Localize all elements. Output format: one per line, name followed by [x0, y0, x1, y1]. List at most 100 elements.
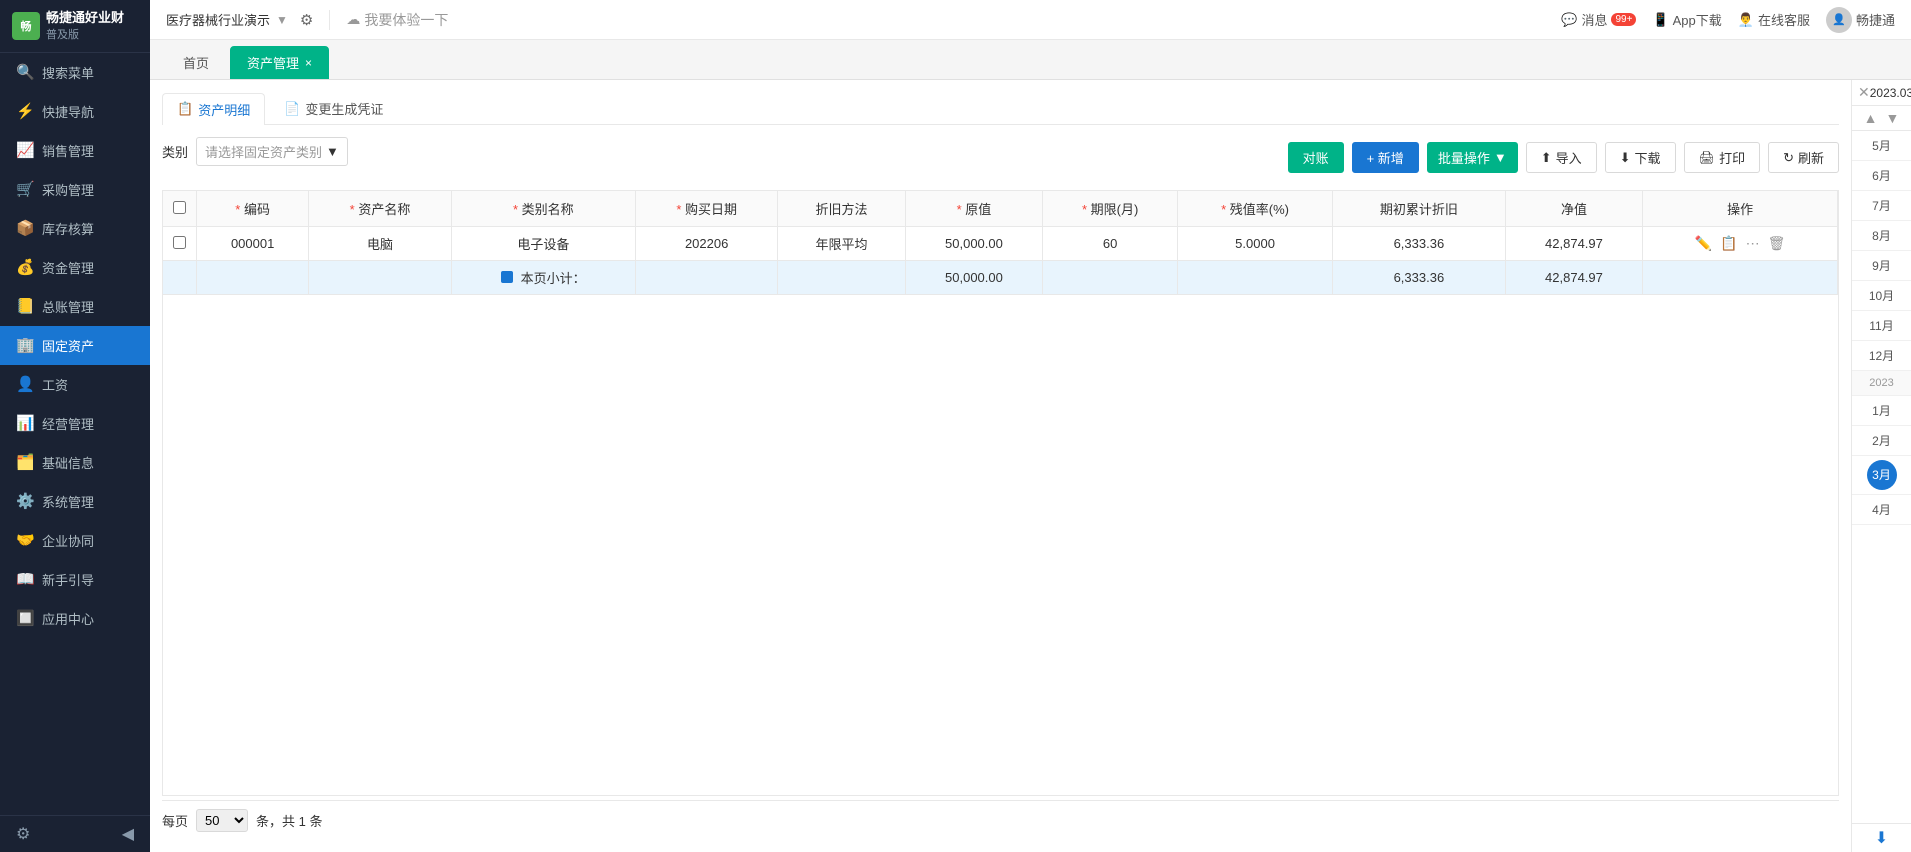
- payroll-icon: 👤: [16, 375, 34, 393]
- message-button[interactable]: 💬 消息 99+: [1561, 10, 1636, 29]
- refresh-button[interactable]: ↻ 刷新: [1768, 142, 1839, 173]
- date-month-8[interactable]: 8月: [1852, 221, 1911, 251]
- sidebar-item-enterprise[interactable]: 🤝 企业协同: [0, 521, 150, 560]
- subtotal-empty-4: [778, 261, 905, 295]
- sidebar-item-fund[interactable]: 💰 资金管理: [0, 248, 150, 287]
- date-month-12[interactable]: 12月: [1852, 341, 1911, 371]
- tab-asset-management[interactable]: 资产管理 ×: [230, 46, 329, 79]
- sidebar-item-system[interactable]: ⚙️ 系统管理: [0, 482, 150, 521]
- sidebar-bottom: ⚙ ◀: [0, 815, 150, 852]
- asset-table: 编码 资产名称 类别名称 购买日期 折旧方法 原值 期限(月) 残值率(%) 期…: [163, 191, 1838, 295]
- sales-icon: 📈: [16, 141, 34, 159]
- row-checkbox[interactable]: [173, 236, 186, 249]
- import-label: 导入: [1556, 148, 1582, 167]
- download-icon: 📱: [1652, 12, 1668, 28]
- sidebar-item-operation[interactable]: 📊 经营管理: [0, 404, 150, 443]
- purchase-icon: 🛒: [16, 180, 34, 198]
- date-down-button[interactable]: ▼: [1884, 108, 1902, 128]
- batch-ops-button[interactable]: 批量操作 ▼: [1427, 142, 1518, 173]
- sidebar-label-search: 搜索菜单: [42, 63, 94, 82]
- sidebar-item-sales[interactable]: 📈 销售管理: [0, 131, 150, 170]
- sub-tabs: 📋 资产明细 📄 变更生成凭证: [162, 92, 1839, 125]
- per-page-select[interactable]: 20 50 100: [196, 809, 248, 832]
- voucher-tab-icon: 📄: [284, 101, 300, 117]
- date-bottom-arrow-icon[interactable]: ⬇: [1875, 828, 1888, 848]
- row-checkbox-cell[interactable]: [163, 227, 197, 261]
- more-icon[interactable]: ⋯: [1746, 235, 1760, 252]
- subtotal-original-value: 50,000.00: [905, 261, 1042, 295]
- table-header-row: 编码 资产名称 类别名称 购买日期 折旧方法 原值 期限(月) 残值率(%) 期…: [163, 191, 1838, 227]
- sidebar-label-operation: 经营管理: [42, 414, 94, 433]
- date-month-10[interactable]: 10月: [1852, 281, 1911, 311]
- import-button[interactable]: ⬆ 导入: [1526, 142, 1597, 173]
- sidebar-label-app-center: 应用中心: [42, 609, 94, 628]
- sidebar-label-inventory: 库存核算: [42, 219, 94, 238]
- date-scroll: 5月 6月 7月 8月 9月 10月 11月 12月 2023 1月 2月 3月…: [1852, 131, 1911, 823]
- date-month-2[interactable]: 2月: [1852, 426, 1911, 456]
- date-month-11[interactable]: 11月: [1852, 311, 1911, 341]
- col-original-value: 原值: [905, 191, 1042, 227]
- company-title[interactable]: 医疗器械行业演示 ▼: [166, 10, 288, 29]
- category-filter-value: 请选择固定资产类别: [205, 142, 322, 161]
- user-avatar-area[interactable]: 👤 畅捷通: [1826, 7, 1895, 33]
- date-month-1[interactable]: 1月: [1852, 396, 1911, 426]
- gear-icon[interactable]: ⚙: [300, 11, 313, 29]
- home-tab-label: 首页: [183, 53, 209, 72]
- quick-nav-icon: ⚡: [16, 102, 34, 120]
- tab-close-icon[interactable]: ×: [305, 56, 312, 70]
- sidebar-item-payroll[interactable]: 👤 工资: [0, 365, 150, 404]
- pagination: 每页 20 50 100 条，共 1 条: [162, 800, 1839, 840]
- basic-info-icon: 🗂️: [16, 453, 34, 471]
- col-depreciation-method: 折旧方法: [778, 191, 905, 227]
- reconcile-button[interactable]: 对账: [1288, 142, 1344, 173]
- date-month-7[interactable]: 7月: [1852, 191, 1911, 221]
- sub-tab-asset-list[interactable]: 📋 资产明细: [162, 93, 265, 125]
- download-button[interactable]: ⬇ 下载: [1605, 142, 1676, 173]
- subtotal-label: 本页小计：: [521, 271, 586, 286]
- col-operations: 操作: [1643, 191, 1838, 227]
- date-month-9[interactable]: 9月: [1852, 251, 1911, 281]
- col-code: 编码: [197, 191, 309, 227]
- sidebar-item-basic-info[interactable]: 🗂️ 基础信息: [0, 443, 150, 482]
- date-sidebar-close-icon[interactable]: ✕: [1858, 84, 1870, 101]
- toolbar-right: 对账 + 新增 批量操作 ▼ ⬆ 导入 ⬇ 下载: [1288, 142, 1839, 173]
- print-label: 打印: [1719, 148, 1745, 167]
- refresh-label: 刷新: [1798, 148, 1824, 167]
- sidebar-item-app-center[interactable]: 🔲 应用中心: [0, 599, 150, 638]
- row-purchase-date: 202206: [635, 227, 777, 261]
- date-up-button[interactable]: ▲: [1862, 108, 1880, 128]
- sidebar-item-search[interactable]: 🔍 搜索菜单: [0, 53, 150, 92]
- sidebar-label-sales: 销售管理: [42, 141, 94, 160]
- date-month-6[interactable]: 6月: [1852, 161, 1911, 191]
- sidebar-item-inventory[interactable]: 📦 库存核算: [0, 209, 150, 248]
- col-initial-accumulated: 期初累计折旧: [1333, 191, 1506, 227]
- settings-icon[interactable]: ⚙: [16, 824, 30, 844]
- category-filter-label: 类别: [162, 142, 188, 161]
- date-sidebar-header: ✕ 2023.03 ⤢: [1852, 80, 1911, 106]
- date-month-3[interactable]: 3月: [1867, 460, 1897, 490]
- delete-icon[interactable]: 🗑: [1768, 235, 1786, 252]
- customer-service-button[interactable]: 👨‍💼 在线客服: [1738, 10, 1810, 29]
- app-download-button[interactable]: 📱 App下载: [1652, 10, 1721, 29]
- sidebar-item-guide[interactable]: 📖 新手引导: [0, 560, 150, 599]
- category-filter-select[interactable]: 请选择固定资产类别 ▼: [196, 137, 348, 166]
- copy-icon[interactable]: 📋: [1720, 235, 1737, 252]
- date-sidebar-year: 2023.03: [1870, 86, 1911, 100]
- sidebar-item-quick-nav[interactable]: ⚡ 快捷导航: [0, 92, 150, 131]
- new-button[interactable]: + 新增: [1352, 142, 1419, 173]
- print-button[interactable]: 🖨 打印: [1684, 142, 1761, 173]
- tab-home[interactable]: 首页: [166, 46, 226, 79]
- sidebar-item-purchase[interactable]: 🛒 采购管理: [0, 170, 150, 209]
- subtotal-empty-1: [197, 261, 309, 295]
- select-all-checkbox[interactable]: [173, 201, 186, 214]
- sub-tab-voucher[interactable]: 📄 变更生成凭证: [269, 92, 398, 124]
- company-dropdown-icon[interactable]: ▼: [276, 13, 288, 27]
- sidebar-item-ledger[interactable]: 📒 总账管理: [0, 287, 150, 326]
- edit-icon[interactable]: ✏️: [1695, 235, 1712, 252]
- date-month-4[interactable]: 4月: [1852, 495, 1911, 525]
- date-month-5[interactable]: 5月: [1852, 131, 1911, 161]
- sidebar-item-fixed-assets[interactable]: 🏢 固定资产: [0, 326, 150, 365]
- date-month-3-wrap[interactable]: 3月: [1852, 456, 1911, 495]
- collapse-icon[interactable]: ◀: [122, 824, 134, 844]
- tabbar: 首页 资产管理 ×: [150, 40, 1911, 80]
